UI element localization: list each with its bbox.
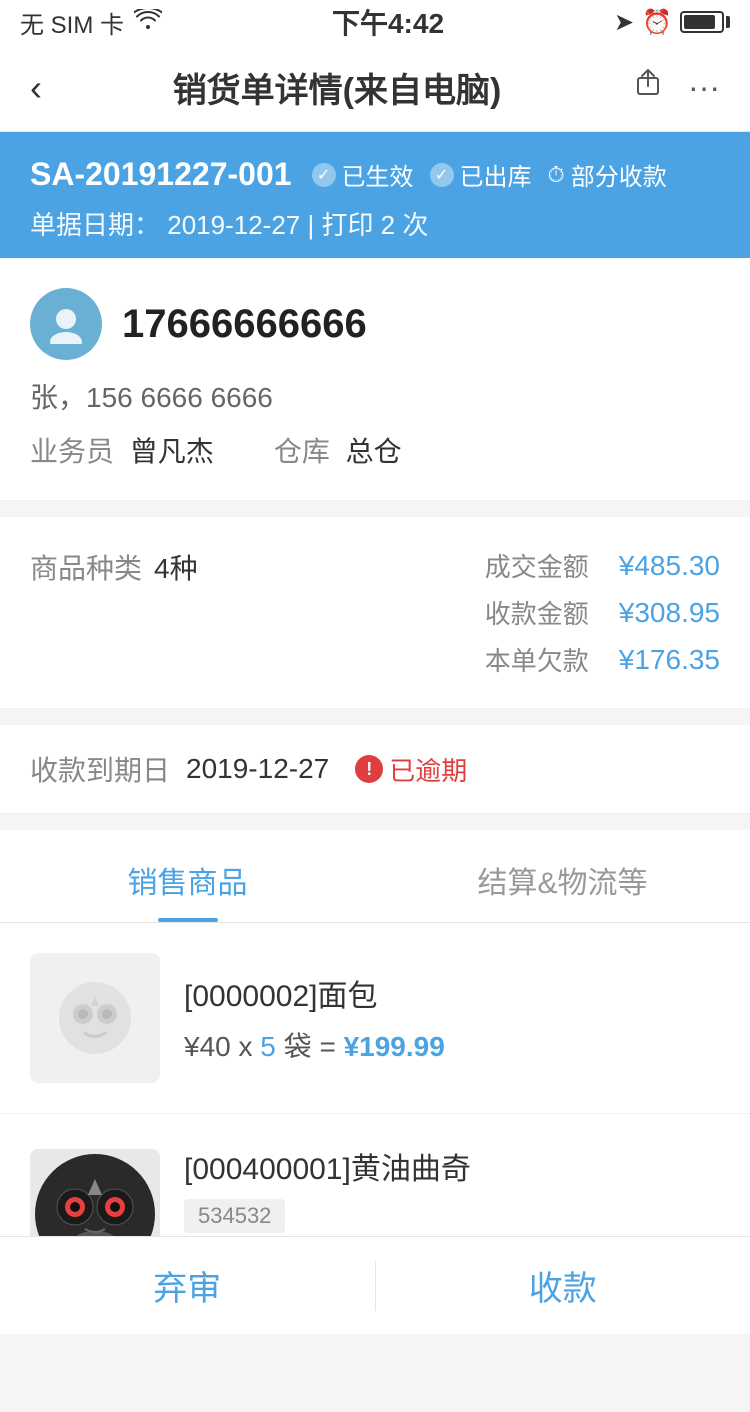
stats-left: 商品种类 4种 bbox=[30, 547, 198, 587]
stats-section: 商品种类 4种 成交金额 ¥485.30 收款金额 ¥308.95 本单欠款 ¥… bbox=[0, 517, 750, 709]
status-time: 下午4:42 bbox=[332, 2, 444, 42]
deal-amount-row: 成交金额 ¥485.30 bbox=[485, 547, 720, 584]
tabs-container: 销售商品 结算&物流等 bbox=[0, 830, 750, 923]
product-price-1: ¥40 x 5 袋 = ¥199.99 bbox=[184, 1025, 720, 1065]
order-number: SA-20191227-001 bbox=[30, 156, 292, 193]
tab-products[interactable]: 销售商品 bbox=[0, 830, 375, 922]
page-title: 销货单详情(来自电脑) bbox=[173, 63, 502, 112]
due-section: 收款到期日 2019-12-27 ! 已逾期 bbox=[0, 725, 750, 814]
nav-bar: ‹ 销货单详情(来自电脑) ··· bbox=[0, 44, 750, 132]
alarm-icon: ⏰ bbox=[642, 8, 672, 37]
bottom-bar: 弃审 收款 bbox=[0, 1236, 750, 1334]
tab-settlement[interactable]: 结算&物流等 bbox=[375, 830, 750, 922]
clock-icon: ⏱ bbox=[548, 162, 565, 188]
received-amount-row: 收款金额 ¥308.95 bbox=[485, 594, 720, 631]
order-header: SA-20191227-001 ✓ 已生效 ✓ 已出库 ⏱ 部分收款 单据日期：… bbox=[0, 132, 750, 258]
customer-name-phone: 张，156 6666 6666 bbox=[30, 376, 720, 416]
share-icon[interactable] bbox=[632, 68, 664, 108]
overdue-badge: ! 已逾期 bbox=[355, 751, 467, 788]
wifi-icon bbox=[134, 8, 162, 36]
back-button[interactable]: ‹ bbox=[30, 67, 42, 109]
product-name-1: [0000002]面包 bbox=[184, 971, 720, 1015]
debt-amount-row: 本单欠款 ¥176.35 bbox=[485, 641, 720, 678]
product-name-2: [000400001]黄油曲奇 bbox=[184, 1144, 720, 1188]
check-icon-1: ✓ bbox=[312, 163, 336, 187]
status-bar: 无 SIM 卡 下午4:42 ➤ ⏰ bbox=[0, 0, 750, 44]
stats-right: 成交金额 ¥485.30 收款金额 ¥308.95 本单欠款 ¥176.35 bbox=[485, 547, 720, 678]
location-icon: ➤ bbox=[614, 8, 634, 37]
customer-row: 17666666666 bbox=[30, 288, 720, 360]
product-info-1: [0000002]面包 ¥40 x 5 袋 = ¥199.99 bbox=[184, 971, 720, 1065]
order-date-line: 单据日期： 2019-12-27 | 打印 2 次 bbox=[30, 205, 720, 242]
status-badge-active: ✓ 已生效 bbox=[312, 157, 414, 192]
status-badge-partial: ⏱ 部分收款 bbox=[548, 157, 667, 192]
customer-meta: 业务员 曾凡杰 仓库 总仓 bbox=[30, 430, 720, 470]
avatar bbox=[30, 288, 102, 360]
more-icon[interactable]: ··· bbox=[688, 69, 720, 106]
nav-actions: ··· bbox=[632, 68, 720, 108]
status-right: ➤ ⏰ bbox=[614, 8, 730, 37]
customer-section: 17666666666 张，156 6666 6666 业务员 曾凡杰 仓库 总… bbox=[0, 258, 750, 501]
battery-icon bbox=[680, 11, 730, 33]
status-badge-shipped: ✓ 已出库 bbox=[430, 157, 532, 192]
status-left: 无 SIM 卡 bbox=[20, 5, 162, 40]
warehouse-info: 仓库 总仓 bbox=[274, 430, 402, 470]
product-sku: 534532 bbox=[184, 1199, 285, 1233]
status-badges: ✓ 已生效 ✓ 已出库 ⏱ 部分收款 bbox=[312, 157, 667, 192]
collect-payment-button[interactable]: 收款 bbox=[376, 1241, 750, 1330]
stats-row: 商品种类 4种 成交金额 ¥485.30 收款金额 ¥308.95 本单欠款 ¥… bbox=[30, 547, 720, 678]
overdue-icon: ! bbox=[355, 755, 383, 783]
carrier-text: 无 SIM 卡 bbox=[20, 5, 124, 40]
table-row: [0000002]面包 ¥40 x 5 袋 = ¥199.99 bbox=[0, 923, 750, 1114]
abandon-audit-button[interactable]: 弃审 bbox=[0, 1241, 375, 1330]
product-thumb-1 bbox=[30, 953, 160, 1083]
staff-name: 曾凡杰 bbox=[130, 436, 214, 467]
warehouse-name: 总仓 bbox=[346, 436, 402, 467]
staff-info: 业务员 曾凡杰 bbox=[30, 430, 214, 470]
check-icon-2: ✓ bbox=[430, 163, 454, 187]
customer-phone: 17666666666 bbox=[122, 302, 367, 347]
